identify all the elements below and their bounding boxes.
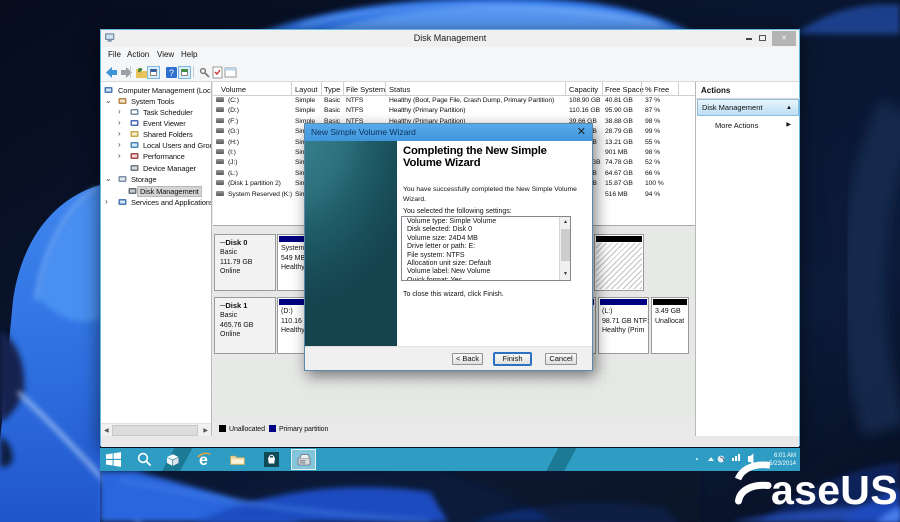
svg-text:?: ? xyxy=(169,68,174,78)
svg-text:aseUS: aseUS xyxy=(771,467,898,513)
